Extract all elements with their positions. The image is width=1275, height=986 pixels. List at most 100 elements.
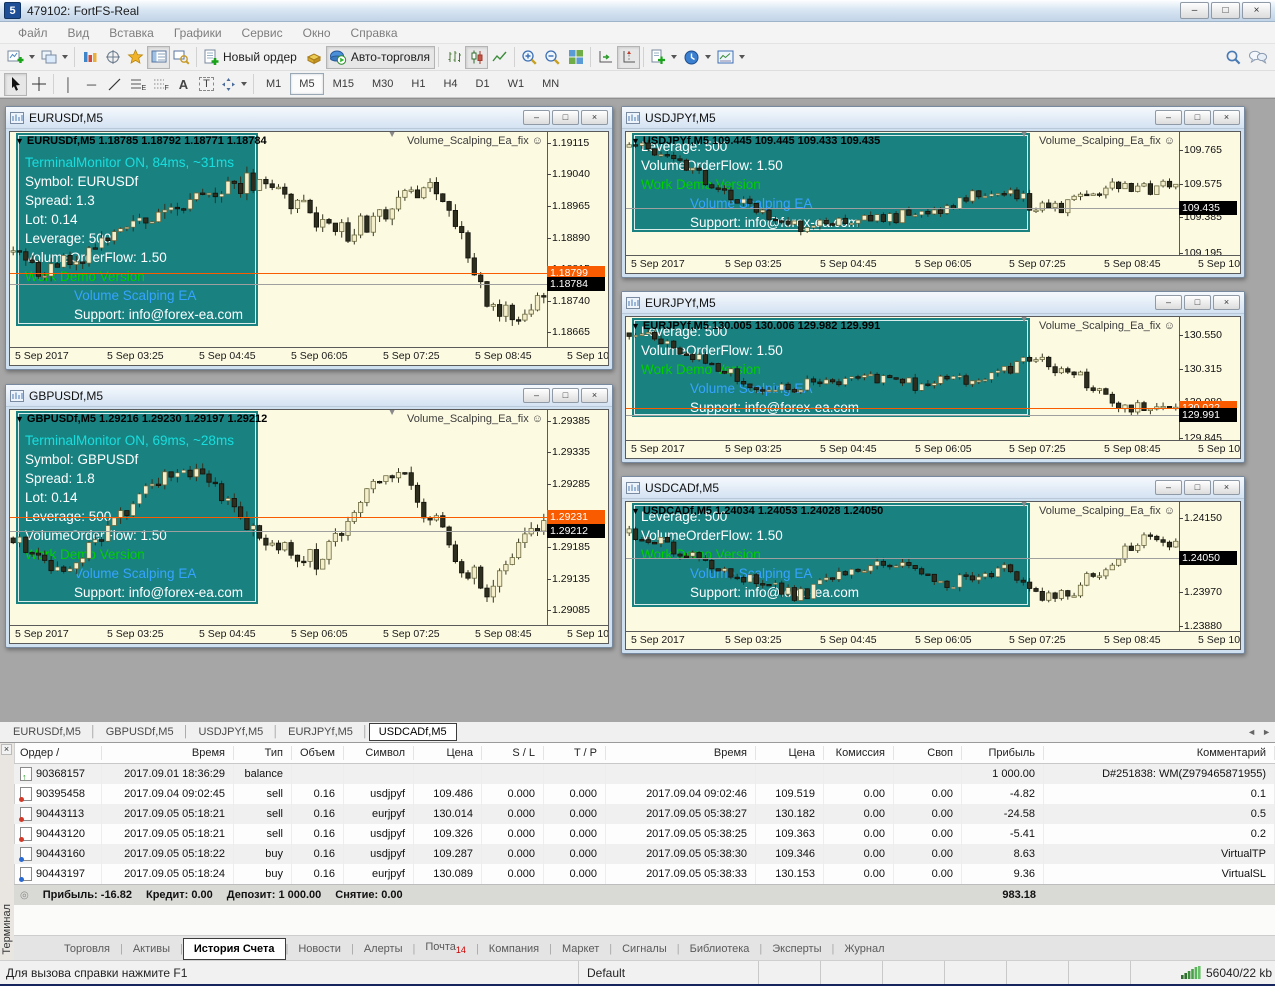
- chart-window-EURJPYf[interactable]: EURJPYf,M5 – □ × Leverage: 500 VolumeOrderFlo…: [621, 291, 1245, 463]
- terminal-tab-Маркет[interactable]: Маркет: [552, 938, 609, 960]
- chart-minimize-button[interactable]: –: [1155, 480, 1182, 495]
- menu-item-Сервис[interactable]: Сервис: [232, 24, 293, 42]
- zoom-in-button[interactable]: [518, 46, 541, 69]
- chart-tab-USDJPYf[interactable]: USDJPYf,M5: [189, 723, 272, 741]
- zoom-out-button[interactable]: [541, 46, 564, 69]
- text-tool-button[interactable]: A: [172, 73, 195, 96]
- chart-canvas[interactable]: TerminalMonitor ON, 84ms, ~31ms Symbol: E…: [9, 131, 609, 366]
- chart-plot-area[interactable]: TerminalMonitor ON, 84ms, ~31ms Symbol: E…: [10, 132, 548, 348]
- chart-canvas[interactable]: TerminalMonitor ON, 69ms, ~28ms Symbol: G…: [9, 409, 609, 644]
- terminal-tab-Новости[interactable]: Новости: [288, 938, 351, 960]
- terminal-tab-Активы[interactable]: Активы: [123, 938, 180, 960]
- timeframe-M1[interactable]: M1: [257, 73, 290, 95]
- chart-close-button[interactable]: ×: [1213, 110, 1240, 125]
- terminal-tab-Компания[interactable]: Компания: [479, 938, 549, 960]
- timeframe-M30[interactable]: M30: [363, 73, 402, 95]
- chart-tab-scroll-arrows[interactable]: ◄ ►: [1247, 727, 1271, 737]
- chart-minimize-button[interactable]: –: [1155, 295, 1182, 310]
- table-row[interactable]: 90443120 2017.09.05 05:18:21 sell 0.16 usdjp…: [14, 824, 1275, 844]
- chart-plot-area[interactable]: Leverage: 500VolumeOrderFlow: 1.50Work D…: [626, 317, 1180, 441]
- chart-close-button[interactable]: ×: [1213, 480, 1240, 495]
- menu-item-Файл[interactable]: Файл: [8, 24, 58, 42]
- data-window-button[interactable]: [101, 46, 124, 69]
- chart-restore-button[interactable]: □: [1184, 110, 1211, 125]
- table-row[interactable]: 90443197 2017.09.05 05:18:24 buy 0.16 eurjpy…: [14, 864, 1275, 884]
- price-scale[interactable]: 130.550130.315130.080129.845130.022129.9…: [1179, 317, 1240, 444]
- time-axis[interactable]: 5 Sep 2017 5 Sep 03:25 5 Sep 04:45 5 Sep 06…: [10, 347, 608, 365]
- table-row[interactable]: 90443113 2017.09.05 05:18:21 sell 0.16 eurjp…: [14, 804, 1275, 824]
- status-profile[interactable]: Default: [578, 961, 758, 984]
- chart-close-button[interactable]: ×: [581, 388, 608, 403]
- price-scale[interactable]: 109.765 109.575 109.385 109.195 109.435: [1179, 132, 1240, 259]
- terminal-tab-Эксперты[interactable]: Эксперты: [762, 938, 831, 960]
- scroll-right-icon[interactable]: ►: [1262, 727, 1271, 737]
- table-row[interactable]: 90443160 2017.09.05 05:18:22 buy 0.16 usdjpy…: [14, 844, 1275, 864]
- terminal-panel-button[interactable]: [147, 45, 170, 69]
- chart-line-button[interactable]: [488, 46, 511, 69]
- terminal-tab-Сигналы[interactable]: Сигналы: [612, 938, 677, 960]
- channels-tool-button[interactable]: F: [149, 73, 172, 96]
- chart-minimize-button[interactable]: –: [523, 388, 550, 403]
- strategy-tester-button[interactable]: [170, 46, 193, 69]
- fibonacci-tool-button[interactable]: E: [126, 73, 149, 96]
- chart-restore-button[interactable]: □: [552, 110, 579, 125]
- timeframe-M5[interactable]: M5: [290, 73, 324, 95]
- chart-window-USDJPYf[interactable]: USDJPYf,M5 – □ × Leverage: 500 VolumeOrderFlo…: [621, 106, 1245, 278]
- chart-canvas[interactable]: Leverage: 500VolumeOrderFlow: 1.50Work D…: [625, 501, 1241, 650]
- chart-bars-button[interactable]: [442, 46, 465, 69]
- terminal-close-button[interactable]: ×: [1, 744, 12, 755]
- chart-restore-button[interactable]: □: [1184, 295, 1211, 310]
- chart-candles-button[interactable]: [465, 45, 489, 69]
- cursor-tool-button[interactable]: [4, 72, 27, 96]
- chart-tab-EURUSDf[interactable]: EURUSDf,M5: [4, 723, 90, 741]
- chart-window-EURUSDf[interactable]: EURUSDf,M5 – □ × TerminalMonitor ON, 84ms, ~…: [5, 106, 613, 370]
- chart-minimize-button[interactable]: –: [523, 110, 550, 125]
- text-label-tool-button[interactable]: T: [195, 73, 218, 96]
- timeframe-W1[interactable]: W1: [499, 73, 534, 95]
- price-scale[interactable]: 1.24150 1.23970 1.23880 1.24050: [1179, 502, 1240, 632]
- window-minimize-button[interactable]: –: [1180, 2, 1209, 19]
- column-header-11[interactable]: Своп: [894, 746, 962, 760]
- chart-titlebar[interactable]: EURUSDf,M5 – □ ×: [6, 107, 612, 129]
- profiles-button[interactable]: [38, 46, 71, 69]
- column-header-13[interactable]: Комментарий: [1044, 746, 1275, 760]
- chart-window-USDCADf[interactable]: USDCADf,M5 – □ × Leverage: 500 VolumeOrderFlo…: [621, 476, 1245, 654]
- column-header-12[interactable]: Прибыль: [962, 746, 1044, 760]
- chart-tab-EURJPYf[interactable]: EURJPYf,M5: [279, 723, 362, 741]
- trendline-tool-button[interactable]: [103, 73, 126, 96]
- time-axis[interactable]: 5 Sep 2017 5 Sep 03:25 5 Sep 04:45 5 Sep 06…: [626, 255, 1240, 273]
- chart-close-button[interactable]: ×: [1213, 295, 1240, 310]
- terminal-tab-Алерты[interactable]: Алерты: [354, 938, 413, 960]
- chart-restore-button[interactable]: □: [552, 388, 579, 403]
- column-header-1[interactable]: Время: [102, 746, 234, 760]
- horizontal-line-tool-button[interactable]: ─: [80, 73, 103, 96]
- tile-windows-button[interactable]: [564, 46, 587, 69]
- price-scale[interactable]: 1.191151.190401.189651.188901.188151.187…: [546, 132, 608, 348]
- column-header-3[interactable]: Объем: [292, 746, 344, 760]
- column-header-6[interactable]: S / L: [482, 746, 544, 760]
- chart-canvas[interactable]: Leverage: 500VolumeOrderFlow: 1.50Work D…: [625, 131, 1241, 274]
- timeframe-H1[interactable]: H1: [402, 73, 434, 95]
- column-header-9[interactable]: Цена: [756, 746, 824, 760]
- terminal-tab-Почта[interactable]: Почта14: [415, 936, 476, 960]
- chart-titlebar[interactable]: USDCADf,M5 – □ ×: [622, 477, 1244, 499]
- column-header-8[interactable]: Время: [606, 746, 756, 760]
- periods-button[interactable]: [680, 46, 714, 69]
- column-header-10[interactable]: Комиссия: [824, 746, 894, 760]
- new-chart-button[interactable]: [4, 46, 38, 69]
- timeframe-D1[interactable]: D1: [467, 73, 499, 95]
- chart-canvas[interactable]: Leverage: 500VolumeOrderFlow: 1.50Work D…: [625, 316, 1241, 459]
- history-table-header[interactable]: Ордер / Время Тип Объем Символ Цена S / LT / P…: [14, 743, 1275, 764]
- timeframe-H4[interactable]: H4: [434, 73, 466, 95]
- chart-titlebar[interactable]: EURJPYf,M5 – □ ×: [622, 292, 1244, 314]
- timeframe-MN[interactable]: MN: [533, 73, 568, 95]
- menu-item-Окно[interactable]: Окно: [293, 24, 341, 42]
- timeframe-M15[interactable]: M15: [324, 73, 363, 95]
- menu-item-Вставка[interactable]: Вставка: [99, 24, 164, 42]
- terminal-tab-Торговля[interactable]: Торговля: [54, 938, 120, 960]
- chart-titlebar[interactable]: GBPUSDf,M5 – □ ×: [6, 385, 612, 407]
- chart-tab-GBPUSDf[interactable]: GBPUSDf,M5: [97, 723, 183, 741]
- scroll-left-icon[interactable]: ◄: [1247, 727, 1256, 737]
- chart-tab-USDCADf[interactable]: USDCADf,M5: [368, 723, 457, 741]
- auto-scroll-button[interactable]: [594, 46, 617, 69]
